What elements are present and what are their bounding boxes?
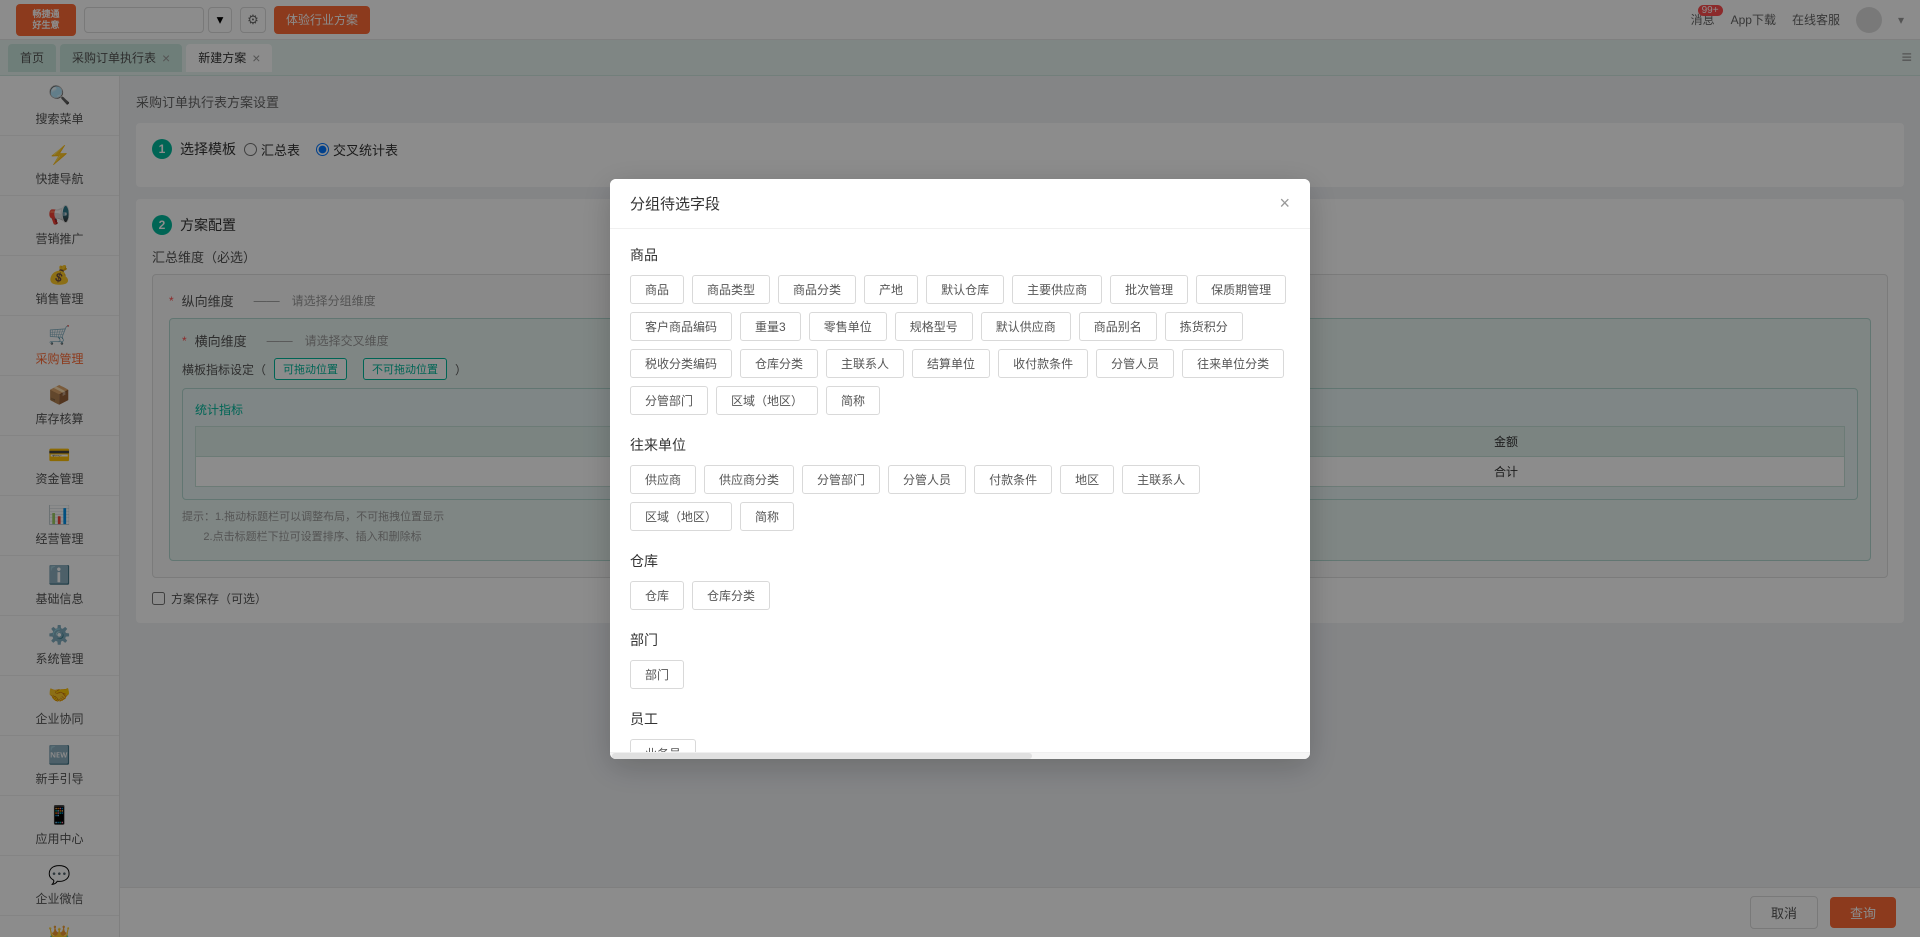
group-title-4: 员工 <box>630 709 1290 729</box>
modal-header: 分组待选字段 × <box>610 179 1310 229</box>
field-tag-0-18[interactable]: 结算单位 <box>912 349 990 378</box>
modal-body: 商品商品商品类型商品分类产地默认仓库主要供应商批次管理保质期管理客户商品编码重量… <box>610 229 1310 753</box>
field-tags-2: 仓库仓库分类 <box>630 581 1290 610</box>
group-title-0: 商品 <box>630 245 1290 265</box>
field-tag-0-16[interactable]: 仓库分类 <box>740 349 818 378</box>
field-tag-0-10[interactable]: 零售单位 <box>809 312 887 341</box>
field-tag-0-0[interactable]: 商品 <box>630 275 684 304</box>
field-tag-1-4[interactable]: 付款条件 <box>974 465 1052 494</box>
field-group-1: 往来单位供应商供应商分类分管部门分管人员付款条件地区主联系人区域（地区） 简称 <box>630 435 1290 531</box>
group-title-3: 部门 <box>630 630 1290 650</box>
field-tag-1-8[interactable]: 简称 <box>740 502 794 531</box>
field-tags-3: 部门 <box>630 660 1290 689</box>
field-tag-1-3[interactable]: 分管人员 <box>888 465 966 494</box>
field-tag-0-9[interactable]: 重量3 <box>740 312 801 341</box>
field-tag-0-3[interactable]: 产地 <box>864 275 918 304</box>
modal-title: 分组待选字段 <box>630 193 720 214</box>
field-tag-0-8[interactable]: 客户商品编码 <box>630 312 732 341</box>
field-tag-0-15[interactable]: 税收分类编码 <box>630 349 732 378</box>
field-tag-0-6[interactable]: 批次管理 <box>1110 275 1188 304</box>
field-tag-1-1[interactable]: 供应商分类 <box>704 465 794 494</box>
field-tag-0-24[interactable]: 简称 <box>826 386 880 415</box>
field-tags-0: 商品商品类型商品分类产地默认仓库主要供应商批次管理保质期管理客户商品编码重量3 零… <box>630 275 1290 415</box>
field-group-3: 部门部门 <box>630 630 1290 689</box>
group-title-2: 仓库 <box>630 551 1290 571</box>
field-tag-0-12[interactable]: 默认供应商 <box>981 312 1071 341</box>
modal-footer-scroll <box>610 752 1310 758</box>
field-tag-1-2[interactable]: 分管部门 <box>802 465 880 494</box>
field-group-4: 员工业务员 <box>630 709 1290 753</box>
field-tag-3-0[interactable]: 部门 <box>630 660 684 689</box>
group-title-1: 往来单位 <box>630 435 1290 455</box>
field-group-2: 仓库仓库仓库分类 <box>630 551 1290 610</box>
field-tag-0-23[interactable]: 区域（地区） <box>716 386 818 415</box>
field-tag-0-19[interactable]: 收付款条件 <box>998 349 1088 378</box>
field-tag-0-2[interactable]: 商品分类 <box>778 275 856 304</box>
field-tag-0-5[interactable]: 主要供应商 <box>1012 275 1102 304</box>
field-tag-0-17[interactable]: 主联系人 <box>826 349 904 378</box>
modal-close-btn[interactable]: × <box>1279 193 1290 214</box>
field-tag-1-7[interactable]: 区域（地区） <box>630 502 732 531</box>
field-tags-1: 供应商供应商分类分管部门分管人员付款条件地区主联系人区域（地区） 简称 <box>630 465 1290 531</box>
field-tag-4-0[interactable]: 业务员 <box>630 739 696 753</box>
field-tag-1-5[interactable]: 地区 <box>1060 465 1114 494</box>
field-tag-1-6[interactable]: 主联系人 <box>1122 465 1200 494</box>
field-tag-0-4[interactable]: 默认仓库 <box>926 275 1004 304</box>
field-tags-4: 业务员 <box>630 739 1290 753</box>
field-tag-0-11[interactable]: 规格型号 <box>895 312 973 341</box>
field-tag-0-20[interactable]: 分管人员 <box>1096 349 1174 378</box>
field-tag-0-21[interactable]: 往来单位分类 <box>1182 349 1284 378</box>
field-tag-1-0[interactable]: 供应商 <box>630 465 696 494</box>
field-tag-0-13[interactable]: 商品别名 <box>1079 312 1157 341</box>
field-tag-2-0[interactable]: 仓库 <box>630 581 684 610</box>
field-tag-0-1[interactable]: 商品类型 <box>692 275 770 304</box>
field-tag-2-1[interactable]: 仓库分类 <box>692 581 770 610</box>
modal-field-select: 分组待选字段 × 商品商品商品类型商品分类产地默认仓库主要供应商批次管理保质期管… <box>610 179 1310 759</box>
modal-overlay: 分组待选字段 × 商品商品商品类型商品分类产地默认仓库主要供应商批次管理保质期管… <box>0 0 1920 937</box>
field-tag-0-22[interactable]: 分管部门 <box>630 386 708 415</box>
field-tag-0-14[interactable]: 拣货积分 <box>1165 312 1243 341</box>
field-group-0: 商品商品商品类型商品分类产地默认仓库主要供应商批次管理保质期管理客户商品编码重量… <box>630 245 1290 415</box>
field-tag-0-7[interactable]: 保质期管理 <box>1196 275 1286 304</box>
